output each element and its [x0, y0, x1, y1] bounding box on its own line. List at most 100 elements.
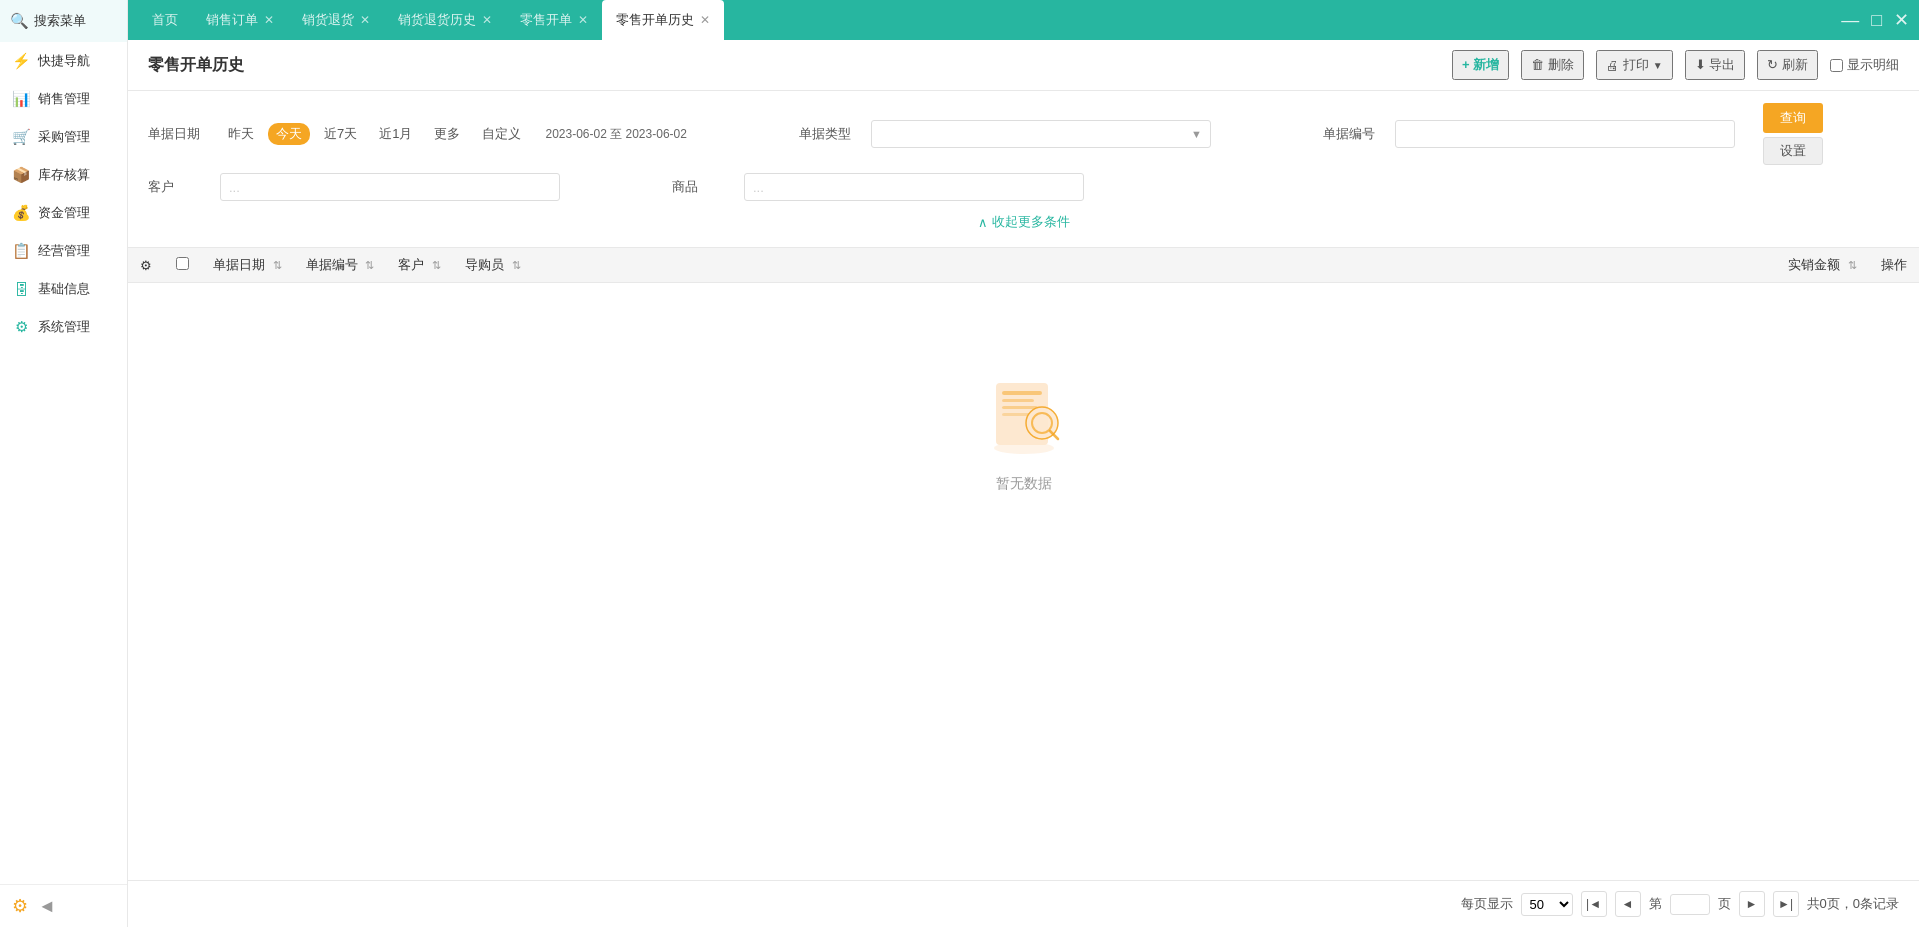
sidebar-item-sales-mgmt[interactable]: 📊销售管理	[0, 80, 127, 118]
nav-icon-purchase-mgmt: 🛒	[12, 128, 30, 146]
toolbar: + 新增 🗑 删除 🖨 打印 ▼ ⬇ 导出 ↻ 刷新 显示明细	[1452, 50, 1899, 80]
tab-close-sales-return[interactable]: ✕	[360, 13, 370, 27]
date-options: 昨天今天近7天近1月更多自定义	[220, 123, 529, 145]
refresh-button[interactable]: ↻ 刷新	[1757, 50, 1818, 80]
nav-icon-finance: 💰	[12, 204, 30, 222]
tab-close-retail-open[interactable]: ✕	[578, 13, 588, 27]
doc-type-select[interactable]: ▼	[871, 120, 1211, 148]
sidebar-item-finance[interactable]: 💰 资金管理	[0, 194, 127, 232]
last-page-btn[interactable]: ►|	[1773, 891, 1799, 917]
table-col-checkbox[interactable]	[164, 248, 201, 283]
sidebar-collapse-icon[interactable]: ◄	[38, 896, 56, 917]
amount-sort-icon[interactable]: ⇅	[1848, 259, 1857, 271]
sidebar-item-purchase-mgmt[interactable]: 🛒 采购管理	[0, 118, 127, 156]
first-page-btn[interactable]: |◄	[1581, 891, 1607, 917]
tab-close-sales-return-history[interactable]: ✕	[482, 13, 492, 27]
tab-close-sales-order[interactable]: ✕	[264, 13, 274, 27]
nav-label-sys-mgmt: 系统管理	[38, 318, 90, 336]
empty-row: 暂无数据	[128, 283, 1919, 574]
customer-dots: ...	[229, 180, 240, 195]
date-opt-yesterday[interactable]: 昨天	[220, 123, 262, 145]
date-sort-icon[interactable]: ⇅	[273, 259, 282, 271]
doc-no-sort-icon[interactable]: ⇅	[365, 259, 374, 271]
add-button[interactable]: + 新增	[1452, 50, 1509, 80]
guide-sort-icon[interactable]: ⇅	[512, 259, 521, 271]
delete-button[interactable]: 🗑 删除	[1521, 50, 1584, 80]
nav-label-base-info: 基础信息	[38, 280, 90, 298]
svg-rect-5	[1002, 413, 1030, 416]
nav-icon-inventory: 📦	[12, 166, 30, 184]
window-minimize-icon[interactable]: —	[1841, 10, 1859, 31]
table-col-action: 操作	[1869, 248, 1919, 283]
sidebar-search-label: 搜索菜单	[34, 12, 86, 30]
tab-sales-order[interactable]: 销售订单✕	[192, 0, 288, 40]
sidebar-item-ops-mgmt[interactable]: 📋经营管理	[0, 232, 127, 270]
nav-label-purchase-mgmt: 采购管理	[38, 128, 90, 146]
doc-no-input[interactable]	[1395, 120, 1735, 148]
sidebar-item-inventory[interactable]: 📦 库存核算	[0, 156, 127, 194]
goods-label: 商品	[672, 178, 728, 196]
search-icon: 🔍	[10, 12, 28, 30]
date-label: 单据日期	[148, 125, 204, 143]
sidebar-nav: ⚡ 快捷导航 📊销售管理 🛒 采购管理 📦 库存核算 💰 资金管理 📋经营管理🗄基础信息⚙系统管理	[0, 42, 127, 346]
page-header: 零售开单历史 + 新增 🗑 删除 🖨 打印 ▼ ⬇ 导出 ↻ 刷新 显示明细	[128, 40, 1919, 91]
svg-rect-3	[1002, 399, 1034, 402]
tab-home[interactable]: 首页	[138, 0, 192, 40]
print-button[interactable]: 🖨 打印 ▼	[1596, 50, 1673, 80]
doc-no-label: 单据编号	[1323, 125, 1379, 143]
next-page-btn[interactable]: ►	[1739, 891, 1765, 917]
prev-page-btn[interactable]: ◄	[1615, 891, 1641, 917]
tab-retail-open-history[interactable]: 零售开单历史 ✕	[602, 0, 724, 40]
date-opt-custom[interactable]: 自定义	[474, 123, 529, 145]
tab-label-sales-return-history: 销货退货历史	[398, 11, 476, 29]
tab-label-sales-return: 销货退货	[302, 11, 354, 29]
date-opt-today[interactable]: 今天	[268, 123, 310, 145]
table-col-guide: 导购员 ⇅	[453, 248, 533, 283]
show-detail-checkbox[interactable]: 显示明细	[1830, 56, 1899, 74]
nav-label-finance: 资金管理	[38, 204, 90, 222]
query-button[interactable]: 查询	[1763, 103, 1823, 133]
date-opt-more[interactable]: 更多	[426, 123, 468, 145]
nav-label-inventory: 库存核算	[38, 166, 90, 184]
tab-bar-right: — □ ✕	[1841, 9, 1909, 31]
window-maximize-icon[interactable]: □	[1871, 10, 1882, 31]
date-opt-last_month[interactable]: 近1月	[371, 123, 420, 145]
empty-state: 暂无数据	[128, 283, 1919, 573]
collapse-btn[interactable]: ∧ 收起更多条件	[148, 209, 1899, 235]
tab-retail-open[interactable]: 零售开单✕	[506, 0, 602, 40]
nav-label-sales-mgmt: 销售管理	[38, 90, 90, 108]
tab-close-retail-open-history[interactable]: ✕	[700, 13, 710, 27]
table-col-customer: 客户 ⇅	[386, 248, 453, 283]
nav-icon-quick-nav: ⚡	[12, 52, 30, 70]
select-all-checkbox[interactable]	[176, 257, 189, 270]
data-table: ⚙ 单据日期 ⇅ 单据编号 ⇅ 客户	[128, 248, 1919, 573]
customer-sort-icon[interactable]: ⇅	[432, 259, 441, 271]
sidebar-search[interactable]: 🔍 搜索菜单	[0, 0, 127, 42]
tab-sales-return-history[interactable]: 销货退货历史 ✕	[384, 0, 506, 40]
page-title: 零售开单历史	[148, 55, 244, 76]
tab-sales-return[interactable]: 销货退货 ✕	[288, 0, 384, 40]
sidebar-item-quick-nav[interactable]: ⚡ 快捷导航	[0, 42, 127, 80]
table-header-row: ⚙ 单据日期 ⇅ 单据编号 ⇅ 客户	[128, 248, 1919, 283]
sidebar-item-base-info[interactable]: 🗄基础信息	[0, 270, 127, 308]
sidebar-settings-icon[interactable]: ⚙	[12, 895, 28, 917]
doc-type-label: 单据类型	[799, 125, 855, 143]
filter-area: 单据日期 昨天今天近7天近1月更多自定义 2023-06-02 至 2023-0…	[128, 91, 1919, 248]
table-col-settings[interactable]: ⚙	[128, 248, 164, 283]
show-detail-input[interactable]	[1830, 59, 1843, 72]
export-button[interactable]: ⬇ 导出	[1685, 50, 1746, 80]
table-col-date: 单据日期 ⇅	[201, 248, 294, 283]
customer-select[interactable]: ...	[220, 173, 560, 201]
goods-select[interactable]: ...	[744, 173, 1084, 201]
print-dropdown-icon: ▼	[1653, 60, 1663, 71]
tab-bar: 首页销售订单✕销货退货✕销货退货历史✕零售开单✕零售开单历史✕ — □ ✕	[128, 0, 1919, 40]
date-opt-last7[interactable]: 近7天	[316, 123, 365, 145]
per-page-select[interactable]: 50 10 20 100	[1521, 893, 1573, 916]
page-input[interactable]: 1	[1670, 894, 1710, 915]
window-close-icon[interactable]: ✕	[1894, 9, 1909, 31]
settings-filter-button[interactable]: 设置	[1763, 137, 1823, 165]
sidebar-item-sys-mgmt[interactable]: ⚙系统管理	[0, 308, 127, 346]
tab-label-retail-open-history: 零售开单历史	[616, 11, 694, 29]
filter-row-1: 单据日期 昨天今天近7天近1月更多自定义 2023-06-02 至 2023-0…	[148, 103, 1899, 165]
nav-label-quick-nav: 快捷导航	[38, 52, 90, 70]
